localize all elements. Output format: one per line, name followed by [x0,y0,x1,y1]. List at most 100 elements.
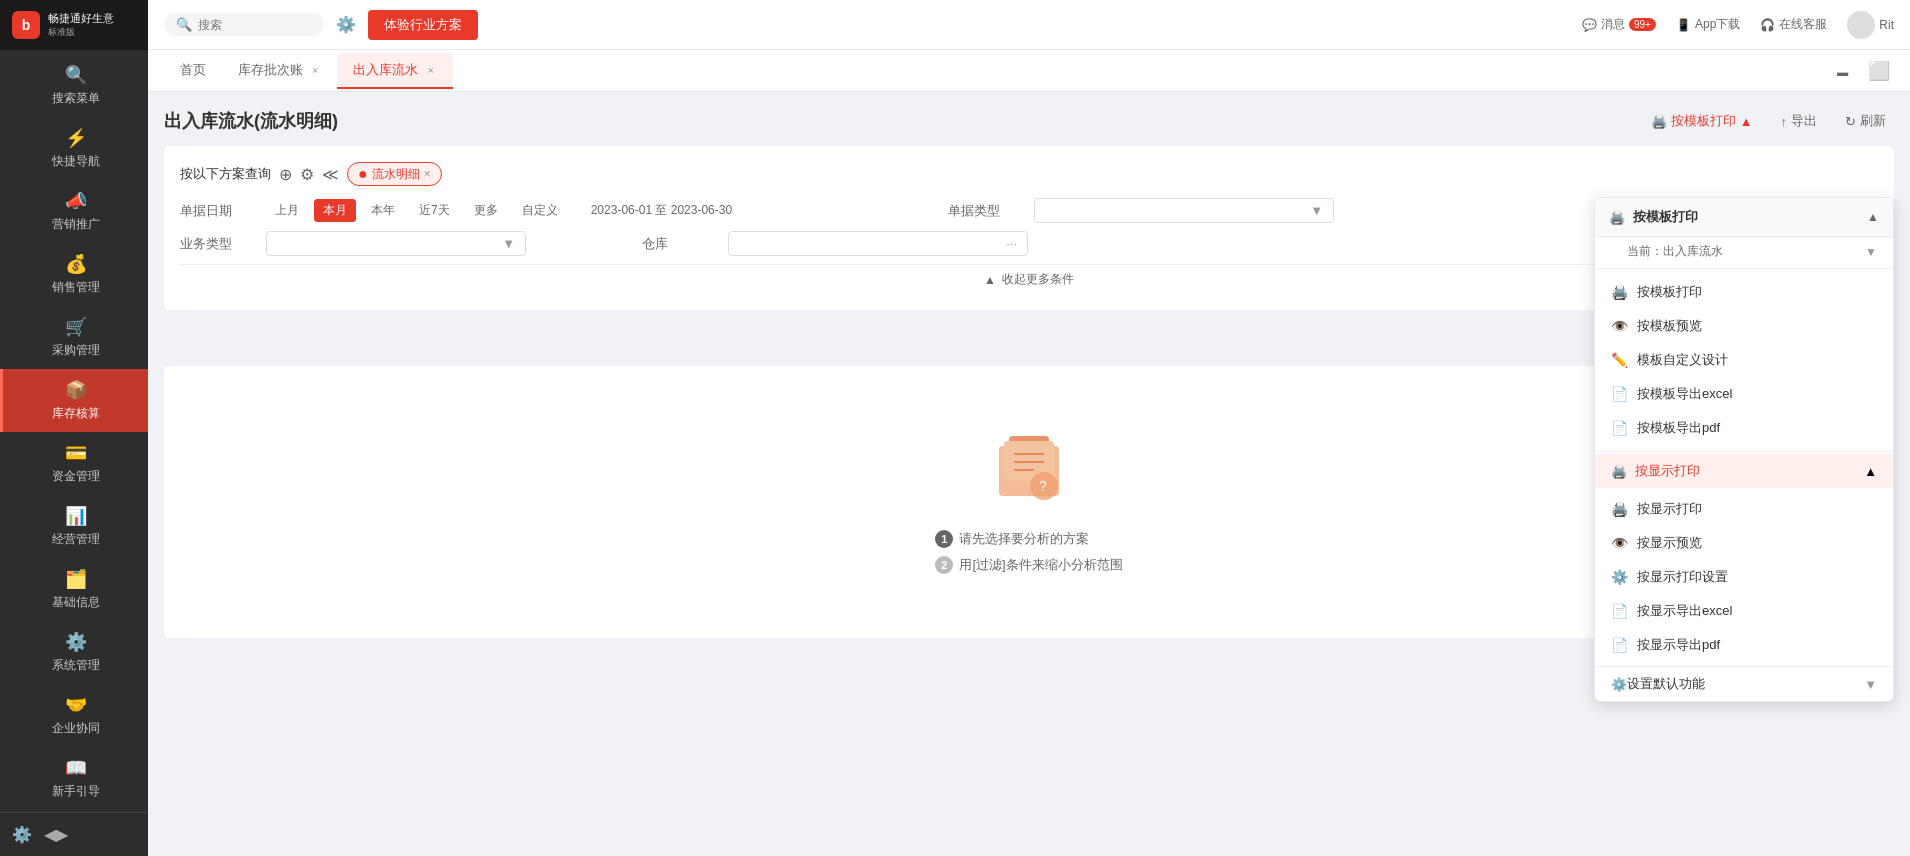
dropdown-item-display-settings[interactable]: ⚙️ 按显示打印设置 [1595,560,1893,594]
sidebar-item-inventory[interactable]: 📦 库存核算 [0,369,148,432]
date-range: 2023-06-01 至 2023-06-30 [591,202,732,219]
warehouse-more-icon[interactable]: ··· [1006,236,1017,251]
tab-batch-close[interactable]: × [309,63,321,77]
sidebar-item-label: 企业协同 [52,720,100,737]
template-pdf-icon: 📄 [1611,420,1627,436]
sidebar-item-marketing[interactable]: 📣 营销推广 [0,180,148,243]
tabs-right: 🗕 ⬜ [1830,56,1894,86]
add-filter-icon[interactable]: ⊕ [279,165,292,184]
display-section: 🖨️ 按显示打印 👁️ 按显示预览 ⚙️ 按显示打印设置 📄 按显示导出exce… [1595,488,1893,666]
tab-restore-icon[interactable]: 🗕 [1830,56,1856,86]
date-btn-more[interactable]: 更多 [465,199,507,222]
export-btn[interactable]: ↑ 导出 [1773,108,1826,134]
sidebar-item-sales[interactable]: 💰 销售管理 [0,243,148,306]
dropdown-item-template-print[interactable]: 🖨️ 按模板打印 [1595,275,1893,309]
search-input[interactable] [198,18,298,32]
template-section: 🖨️ 按模板打印 👁️ 按模板预览 ✏️ 模板自定义设计 📄 按模板导出exce… [1595,271,1893,449]
online-service-btn[interactable]: 🎧 在线客服 [1760,16,1827,33]
sidebar-item-finance[interactable]: 💳 资金管理 [0,432,148,495]
display-preview-label: 按显示预览 [1637,534,1877,552]
dropdown-item-display-print[interactable]: 🖨️ 按显示打印 [1595,492,1893,526]
printer-icon: 🖨️ [1651,114,1667,129]
message-btn[interactable]: 💬 消息 99+ [1582,16,1656,33]
date-btn-custom[interactable]: 自定义 [513,199,567,222]
topbar-gear-icon[interactable]: ⚙️ [336,15,356,34]
sidebar-item-operations[interactable]: 📊 经营管理 [0,495,148,558]
sidebar-item-enterprise[interactable]: 🤝 企业协同 [0,684,148,747]
sidebar-item-basic[interactable]: 🗂️ 基础信息 [0,558,148,621]
filter-tag-close[interactable]: × [424,167,431,181]
tab-batch[interactable]: 库存批次账 × [222,53,337,89]
default-settings-icon: ⚙️ [1611,677,1627,692]
page-actions: 🖨️ 按模板打印 ▲ ↑ 导出 ↻ 刷新 [1643,108,1894,134]
sidebar-item-guide[interactable]: 📖 新手引导 [0,747,148,810]
topbar-search-box[interactable]: 🔍 [164,13,324,36]
display-preview-icon: 👁️ [1611,535,1627,551]
online-service-label: 在线客服 [1779,16,1827,33]
tab-batch-label: 库存批次账 [238,61,303,79]
dropdown-item-template-preview[interactable]: 👁️ 按模板预览 [1595,309,1893,343]
shortcut-icon: ⚡ [65,127,87,149]
industry-btn[interactable]: 体验行业方案 [368,10,478,40]
dropdown-item-display-excel[interactable]: 📄 按显示导出excel [1595,594,1893,628]
tab-home[interactable]: 首页 [164,53,222,89]
sidebar-item-label: 销售管理 [52,279,100,296]
filter-tag[interactable]: ● 流水明细 × [347,162,442,186]
display-excel-label: 按显示导出excel [1637,602,1877,620]
message-label: 消息 [1601,16,1625,33]
dropdown-item-template-pdf[interactable]: 📄 按模板导出pdf [1595,411,1893,445]
chevron-up-icon: ▲ [1740,114,1753,129]
tab-home-label: 首页 [180,61,206,79]
dropdown-header: 🖨️ 按模板打印 ▲ [1595,198,1893,237]
display-section-icon: 🖨️ [1611,464,1627,479]
filter-settings-icon[interactable]: ⚙ [300,165,314,184]
sidebar: b 畅捷通好生意 标准版 🔍 搜索菜单 ⚡ 快捷导航 📣 营销推广 💰 销售管理… [0,0,148,856]
date-btn-7days[interactable]: 近7天 [410,199,459,222]
sidebar-logo: b 畅捷通好生意 标准版 [0,0,148,50]
date-btn-prev-month[interactable]: 上月 [266,199,308,222]
topbar-search-icon: 🔍 [176,17,192,32]
dropdown-item-template-custom[interactable]: ✏️ 模板自定义设计 [1595,343,1893,377]
tab-maximize-icon[interactable]: ⬜ [1864,56,1894,86]
dropdown-collapse-icon[interactable]: ▲ [1867,210,1879,224]
sidebar-nav: 🔍 搜索菜单 ⚡ 快捷导航 📣 营销推广 💰 销售管理 🛒 采购管理 📦 库存核… [0,50,148,812]
sidebar-item-system[interactable]: ⚙️ 系统管理 [0,621,148,684]
filter-tag-label: 流水明细 [372,166,420,183]
warehouse-label: 仓库 [642,235,712,253]
user-avatar-btn[interactable]: Rit [1847,11,1894,39]
sidebar-item-search[interactable]: 🔍 搜索菜单 [0,54,148,117]
doc-type-select[interactable]: ▼ [1034,198,1334,223]
tab-flow[interactable]: 出入库流水 × [337,53,452,89]
refresh-label: 刷新 [1860,112,1886,130]
svg-text:?: ? [1039,478,1047,494]
dropdown-item-display-pdf[interactable]: 📄 按显示导出pdf [1595,628,1893,662]
tab-flow-close[interactable]: × [424,63,436,77]
dropdown-print-menu: 🖨️ 按模板打印 ▲ 当前： 出入库流水 ▼ 🖨️ 按模板打印 👁️ [1594,197,1894,702]
dropdown-footer[interactable]: ⚙️ 设置默认功能 ▼ [1595,666,1893,701]
app-download-btn[interactable]: 📱 App下载 [1676,16,1740,33]
settings-icon[interactable]: ⚙️ [12,825,32,844]
display-pdf-label: 按显示导出pdf [1637,636,1877,654]
phone-icon: 📱 [1676,18,1691,32]
display-section-label: 按显示打印 [1635,462,1700,480]
sidebar-item-purchase[interactable]: 🛒 采购管理 [0,306,148,369]
sidebar-item-shortcut[interactable]: ⚡ 快捷导航 [0,117,148,180]
date-btn-this-year[interactable]: 本年 [362,199,404,222]
sales-icon: 💰 [65,253,87,275]
filter-collapse-icon[interactable]: ≪ [322,165,339,184]
dropdown-item-display-preview[interactable]: 👁️ 按显示预览 [1595,526,1893,560]
collapse-sidebar-icon[interactable]: ◀▶ [44,825,68,844]
biz-type-select[interactable]: ▼ [266,231,526,256]
filter-by-label: 按以下方案查询 [180,165,271,183]
warehouse-select[interactable]: ··· [728,231,1028,256]
date-btn-this-month[interactable]: 本月 [314,199,356,222]
refresh-btn[interactable]: ↻ 刷新 [1837,108,1894,134]
dropdown-item-template-excel[interactable]: 📄 按模板导出excel [1595,377,1893,411]
app-download-label: App下载 [1695,16,1740,33]
filter-tag-dot: ● [358,165,368,183]
operations-icon: 📊 [65,505,87,527]
print-template-btn[interactable]: 🖨️ 按模板打印 ▲ [1643,108,1761,134]
display-settings-icon: ⚙️ [1611,569,1627,585]
empty-illustration: ? [979,426,1079,506]
display-section-header[interactable]: 🖨️ 按显示打印 ▲ [1595,454,1893,488]
